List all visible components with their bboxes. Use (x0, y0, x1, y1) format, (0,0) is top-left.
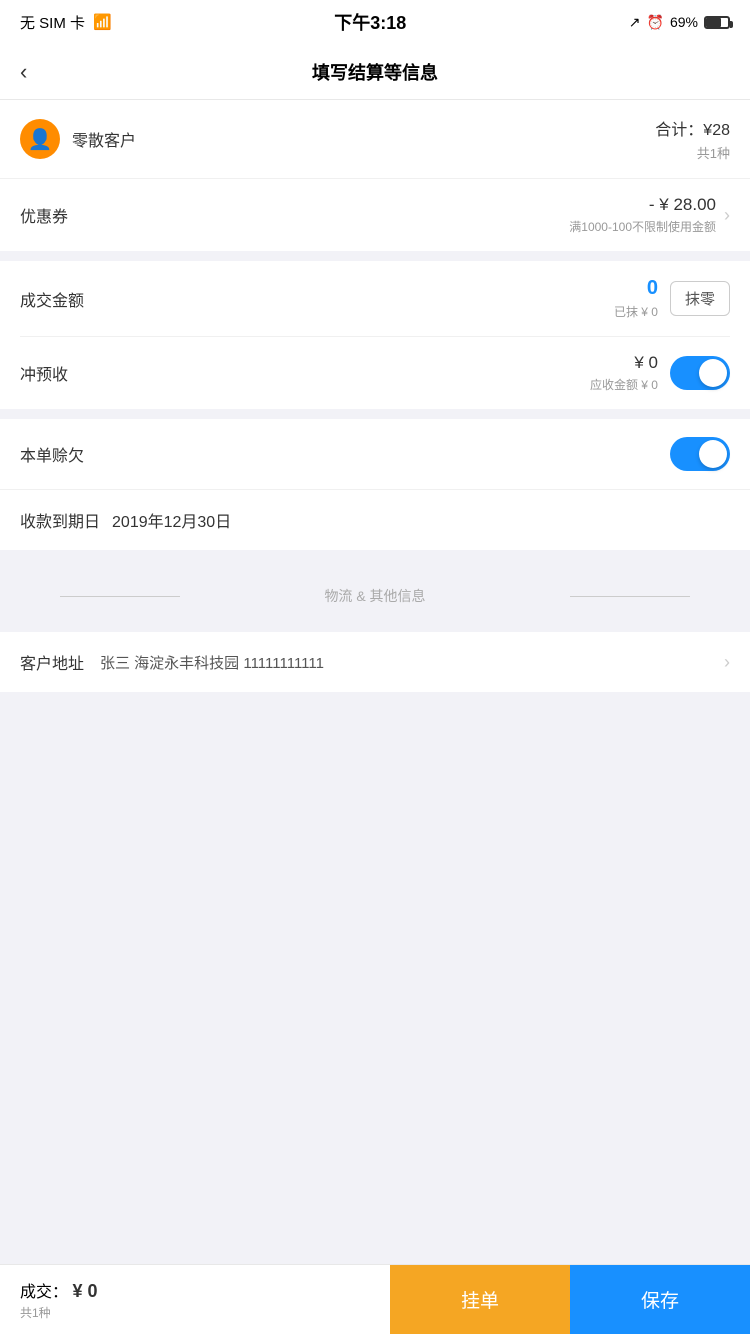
status-right: ↗ ⏰ 69% (629, 14, 730, 31)
debt-toggle-knob (699, 440, 727, 468)
amount-sub: 已抹 ¥ 0 (614, 303, 658, 320)
coupon-desc: 满1000-100不限制使用金额 (569, 218, 716, 235)
bottom-buttons: 挂单 保存 (390, 1265, 750, 1334)
round-button[interactable]: 抹零 (670, 281, 730, 316)
customer-name: 零散客户 (72, 127, 136, 151)
customer-section: 👤 零散客户 合计：¥28 共1种 优惠券 - ¥ 28.00 满1000-10… (0, 100, 750, 251)
bottom-count: 共1种 (20, 1304, 370, 1321)
amount-label: 成交金额 (20, 287, 84, 311)
debt-toggle[interactable] (670, 437, 730, 471)
page-title: 填写结算等信息 (312, 59, 438, 85)
battery-icon (704, 16, 730, 29)
prepay-label: 冲预收 (20, 361, 68, 385)
avatar-icon: 👤 (28, 127, 53, 152)
due-date-label: 收款到期日 (20, 508, 100, 532)
coupon-right: - ¥ 28.00 满1000-100不限制使用金额 › (569, 195, 730, 235)
bottom-summary: 成交： ¥ 0 共1种 (0, 1278, 390, 1321)
total-amount: 合计：¥28 (655, 116, 730, 140)
prepay-amount: ¥ 0 (590, 353, 658, 373)
amount-right: 0 已抹 ¥ 0 抹零 (614, 277, 730, 320)
coupon-label: 优惠券 (20, 203, 68, 227)
battery-pct: 69% (670, 14, 698, 30)
bottom-bar: 成交： ¥ 0 共1种 挂单 保存 (0, 1264, 750, 1334)
address-label: 客户地址 (20, 650, 84, 674)
sim-text: 无 SIM 卡 (20, 12, 85, 33)
address-chevron-icon: › (724, 652, 730, 673)
prepay-info: ¥ 0 应收金额 ¥ 0 (590, 353, 658, 393)
pending-button[interactable]: 挂单 (390, 1265, 570, 1334)
amount-row: 成交金额 0 已抹 ¥ 0 抹零 (0, 261, 750, 336)
debt-section: 本单赊欠 (0, 419, 750, 489)
coupon-chevron-icon: › (724, 205, 730, 226)
status-left: 无 SIM 卡 📶 (20, 12, 112, 33)
due-date-section: 收款到期日 2019年12月30日 (0, 489, 750, 550)
back-button[interactable]: ‹ (20, 59, 27, 85)
location-icon: ↗ (629, 14, 641, 31)
section-divider (0, 560, 750, 570)
prepay-row: 冲预收 ¥ 0 应收金额 ¥ 0 (0, 337, 750, 409)
prepay-sub: 应收金额 ¥ 0 (590, 376, 658, 393)
due-date-value: 2019年12月30日 (112, 508, 231, 532)
alarm-icon: ⏰ (647, 14, 664, 31)
toggle-knob (699, 359, 727, 387)
amount-value[interactable]: 0 (614, 277, 658, 300)
bottom-deal-amount: ¥ 0 (72, 1281, 97, 1301)
save-button[interactable]: 保存 (570, 1265, 750, 1334)
bottom-deal-line: 成交： ¥ 0 (20, 1278, 370, 1302)
logistics-title: 物流 & 其他信息 (314, 588, 435, 604)
coupon-row[interactable]: 优惠券 - ¥ 28.00 满1000-100不限制使用金额 › (0, 178, 750, 251)
amount-section: 成交金额 0 已抹 ¥ 0 抹零 冲预收 ¥ 0 应收金额 ¥ 0 (0, 261, 750, 409)
total-count: 共1种 (655, 143, 730, 162)
logistics-header: 物流 & 其他信息 (0, 570, 750, 622)
status-time: 下午3:18 (334, 9, 406, 35)
customer-total: 合计：¥28 共1种 (655, 116, 730, 162)
customer-avatar: 👤 (20, 119, 60, 159)
bottom-deal-label: 成交： (20, 1284, 68, 1301)
debt-label: 本单赊欠 (20, 442, 84, 466)
customer-row: 👤 零散客户 合计：¥28 共1种 (0, 100, 750, 178)
address-section: 客户地址 张三 海淀永丰科技园 11111111111 › (0, 632, 750, 692)
amount-value-wrap: 0 已抹 ¥ 0 (614, 277, 658, 320)
nav-bar: ‹ 填写结算等信息 (0, 44, 750, 100)
address-value: 张三 海淀永丰科技园 11111111111 (100, 652, 708, 673)
customer-info: 👤 零散客户 (20, 119, 136, 159)
wifi-icon: 📶 (93, 13, 112, 31)
prepay-toggle[interactable] (670, 356, 730, 390)
prepay-right: ¥ 0 应收金额 ¥ 0 (590, 353, 730, 393)
coupon-info: - ¥ 28.00 满1000-100不限制使用金额 (569, 195, 716, 235)
coupon-discount: - ¥ 28.00 (569, 195, 716, 215)
due-date-row: 收款到期日 2019年12月30日 (0, 490, 750, 550)
status-bar: 无 SIM 卡 📶 下午3:18 ↗ ⏰ 69% (0, 0, 750, 44)
address-row[interactable]: 客户地址 张三 海淀永丰科技园 11111111111 › (0, 632, 750, 692)
